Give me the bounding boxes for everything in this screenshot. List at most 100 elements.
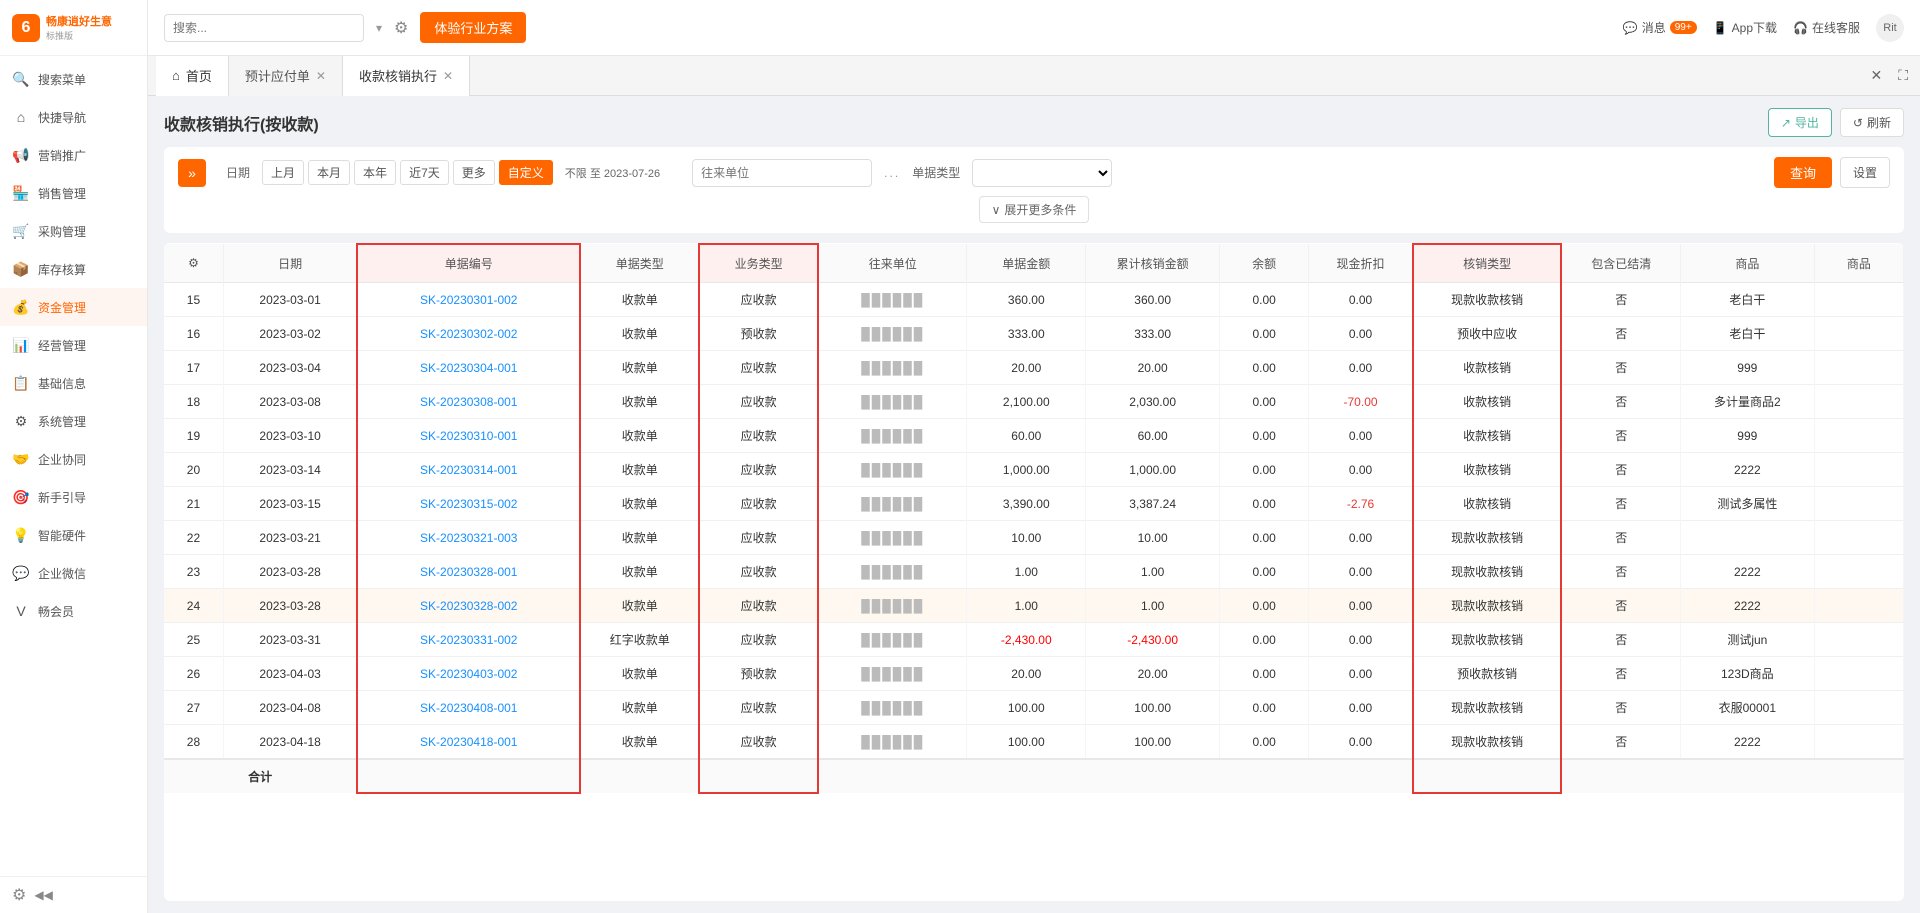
sidebar-item-inventory[interactable]: 📦库存核算 xyxy=(0,250,147,288)
tab2-close-icon[interactable]: ✕ xyxy=(443,69,453,83)
this-year-btn[interactable]: 本年 xyxy=(354,160,396,185)
sidebar-item-purchase[interactable]: 🛒采购管理 xyxy=(0,212,147,250)
query-button[interactable]: 查询 xyxy=(1774,157,1832,188)
online-service-item[interactable]: 🎧 在线客服 xyxy=(1793,19,1860,36)
this-month-btn[interactable]: 本月 xyxy=(308,160,350,185)
topbar-search-input[interactable] xyxy=(164,14,364,42)
bill-no-link[interactable]: SK-20230308-001 xyxy=(420,395,517,409)
collapse-icon[interactable]: ◀◀ xyxy=(34,888,52,902)
table-row[interactable]: 27 2023-04-08 SK-20230408-001 收款单 应收款 ██… xyxy=(164,691,1904,725)
table-row[interactable]: 16 2023-03-02 SK-20230302-002 收款单 预收款 ██… xyxy=(164,317,1904,351)
topbar-settings-icon[interactable]: ⚙ xyxy=(394,18,408,38)
close-tab-icon[interactable]: ✕ xyxy=(1866,63,1886,88)
settings-button[interactable]: 设置 xyxy=(1840,157,1890,188)
table-row[interactable]: 25 2023-03-31 SK-20230331-002 红字收款单 应收款 … xyxy=(164,623,1904,657)
last-month-btn[interactable]: 上月 xyxy=(262,160,304,185)
row-no: 18 xyxy=(164,385,223,419)
sidebar-item-finance[interactable]: 💰资金管理 xyxy=(0,288,147,326)
row-include-settled: 否 xyxy=(1561,555,1680,589)
bill-no-link[interactable]: SK-20230302-002 xyxy=(420,327,517,341)
table-row[interactable]: 20 2023-03-14 SK-20230314-001 收款单 应收款 ██… xyxy=(164,453,1904,487)
table-row[interactable]: 21 2023-03-15 SK-20230315-002 收款单 应收款 ██… xyxy=(164,487,1904,521)
maximize-icon[interactable]: ⛶ xyxy=(1894,63,1912,88)
tab1-close-icon[interactable]: ✕ xyxy=(316,69,326,83)
sidebar-item-hardware[interactable]: 💡智能硬件 xyxy=(0,516,147,554)
bill-no-link[interactable]: SK-20230314-001 xyxy=(420,463,517,477)
table-row[interactable]: 19 2023-03-10 SK-20230310-001 收款单 应收款 ██… xyxy=(164,419,1904,453)
row-no: 26 xyxy=(164,657,223,691)
sidebar-item-sales[interactable]: 🏪销售管理 xyxy=(0,174,147,212)
messages-icon-item[interactable]: 💬 消息 99+ xyxy=(1623,19,1697,36)
bill-no-link[interactable]: SK-20230321-003 xyxy=(420,531,517,545)
row-bill-type: 收款单 xyxy=(580,589,699,623)
tab-home[interactable]: ⌂ 首页 xyxy=(156,56,229,96)
table-row[interactable]: 15 2023-03-01 SK-20230301-002 收款单 应收款 ██… xyxy=(164,283,1904,317)
row-include-settled: 否 xyxy=(1561,725,1680,760)
row-bill-amount: 2,100.00 xyxy=(967,385,1086,419)
export-button[interactable]: ↗ 导出 xyxy=(1768,108,1832,137)
row-cancel-amount: 100.00 xyxy=(1086,725,1220,760)
table-row[interactable]: 18 2023-03-08 SK-20230308-001 收款单 应收款 ██… xyxy=(164,385,1904,419)
topbar-dropdown-icon[interactable]: ▾ xyxy=(376,21,382,35)
row-biz-type: 应收款 xyxy=(699,555,818,589)
row-date: 2023-03-01 xyxy=(223,283,357,317)
expand-more-button[interactable]: ∨ 展开更多条件 xyxy=(979,196,1090,223)
bill-no-link[interactable]: SK-20230418-001 xyxy=(420,735,517,749)
sidebar-item-system[interactable]: ⚙系统管理 xyxy=(0,402,147,440)
bill-no-link[interactable]: SK-20230328-001 xyxy=(420,565,517,579)
sidebar-item-wechat[interactable]: 💬企业微信 xyxy=(0,554,147,592)
row-date: 2023-03-31 xyxy=(223,623,357,657)
row-bill-no: SK-20230408-001 xyxy=(357,691,580,725)
sidebar-item-basic[interactable]: 📋基础信息 xyxy=(0,364,147,402)
table-row[interactable]: 22 2023-03-21 SK-20230321-003 收款单 应收款 ██… xyxy=(164,521,1904,555)
table-row[interactable]: 24 2023-03-28 SK-20230328-002 收款单 应收款 ██… xyxy=(164,589,1904,623)
row-balance: 0.00 xyxy=(1220,657,1309,691)
table-row[interactable]: 28 2023-04-18 SK-20230418-001 收款单 应收款 ██… xyxy=(164,725,1904,760)
sidebar-item-enterprise[interactable]: 🤝企业协同 xyxy=(0,440,147,478)
settings-icon[interactable]: ⚙ xyxy=(12,885,26,905)
bill-type-select[interactable] xyxy=(972,159,1112,187)
filter-date-buttons: 上月 本月 本年 近7天 更多 自定义 xyxy=(262,160,553,185)
sidebar-item-guide[interactable]: 🎯新手引导 xyxy=(0,478,147,516)
sidebar-item-shortcut[interactable]: ⌂快捷导航 xyxy=(0,98,147,136)
purchase-icon: 🛒 xyxy=(12,222,30,240)
row-partner: ██████ xyxy=(818,487,967,521)
col-settings-header[interactable]: ⚙ xyxy=(164,244,223,283)
date-range-display: 不限 至 2023-07-26 xyxy=(565,165,660,181)
row-bill-amount: 20.00 xyxy=(967,657,1086,691)
sidebar-item-search[interactable]: 🔍搜索菜单 xyxy=(0,60,147,98)
filter-toggle-btn[interactable]: » xyxy=(178,159,206,187)
row-cash-discount: 0.00 xyxy=(1309,419,1413,453)
solution-button[interactable]: 体验行业方案 xyxy=(420,12,526,43)
filter-expand-row: ∨ 展开更多条件 xyxy=(178,196,1890,223)
user-avatar[interactable]: Rit xyxy=(1876,14,1904,42)
sidebar: 6 畅康逍好生意 标推版 🔍搜索菜单⌂快捷导航📢营销推广🏪销售管理🛒采购管理📦库… xyxy=(0,0,148,913)
last-7days-btn[interactable]: 近7天 xyxy=(400,160,449,185)
app-download-item[interactable]: 📱 App下载 xyxy=(1713,19,1777,36)
app-logo-text: 畅康逍好生意 标推版 xyxy=(46,13,112,42)
custom-date-btn[interactable]: 自定义 xyxy=(499,160,553,185)
row-biz-type: 预收款 xyxy=(699,317,818,351)
table-row[interactable]: 23 2023-03-28 SK-20230328-001 收款单 应收款 ██… xyxy=(164,555,1904,589)
table-row[interactable]: 17 2023-03-04 SK-20230304-001 收款单 应收款 ██… xyxy=(164,351,1904,385)
bill-no-link[interactable]: SK-20230331-002 xyxy=(420,633,517,647)
bill-no-link[interactable]: SK-20230310-001 xyxy=(420,429,517,443)
more-date-btn[interactable]: 更多 xyxy=(453,160,495,185)
bill-no-link[interactable]: SK-20230403-002 xyxy=(420,667,517,681)
bill-no-link[interactable]: SK-20230301-002 xyxy=(420,293,517,307)
partner-input[interactable] xyxy=(692,159,872,187)
sidebar-item-marketing[interactable]: 📢营销推广 xyxy=(0,136,147,174)
refresh-button[interactable]: ↺ 刷新 xyxy=(1840,108,1904,137)
sidebar-item-member[interactable]: V畅会员 xyxy=(0,592,147,630)
sidebar-item-operation[interactable]: 📊经营管理 xyxy=(0,326,147,364)
row-partner: ██████ xyxy=(818,555,967,589)
row-cancel-type: 现款收款核销 xyxy=(1413,555,1562,589)
bill-no-link[interactable]: SK-20230304-001 xyxy=(420,361,517,375)
tab-prepaid-bills[interactable]: 预计应付单 ✕ xyxy=(229,56,343,96)
table-row[interactable]: 26 2023-04-03 SK-20230403-002 收款单 预收款 ██… xyxy=(164,657,1904,691)
tab-collection-cancel[interactable]: 收款核销执行 ✕ xyxy=(343,56,470,96)
row-cancel-type: 预收款核销 xyxy=(1413,657,1562,691)
bill-no-link[interactable]: SK-20230328-002 xyxy=(420,599,517,613)
bill-no-link[interactable]: SK-20230315-002 xyxy=(420,497,517,511)
bill-no-link[interactable]: SK-20230408-001 xyxy=(420,701,517,715)
